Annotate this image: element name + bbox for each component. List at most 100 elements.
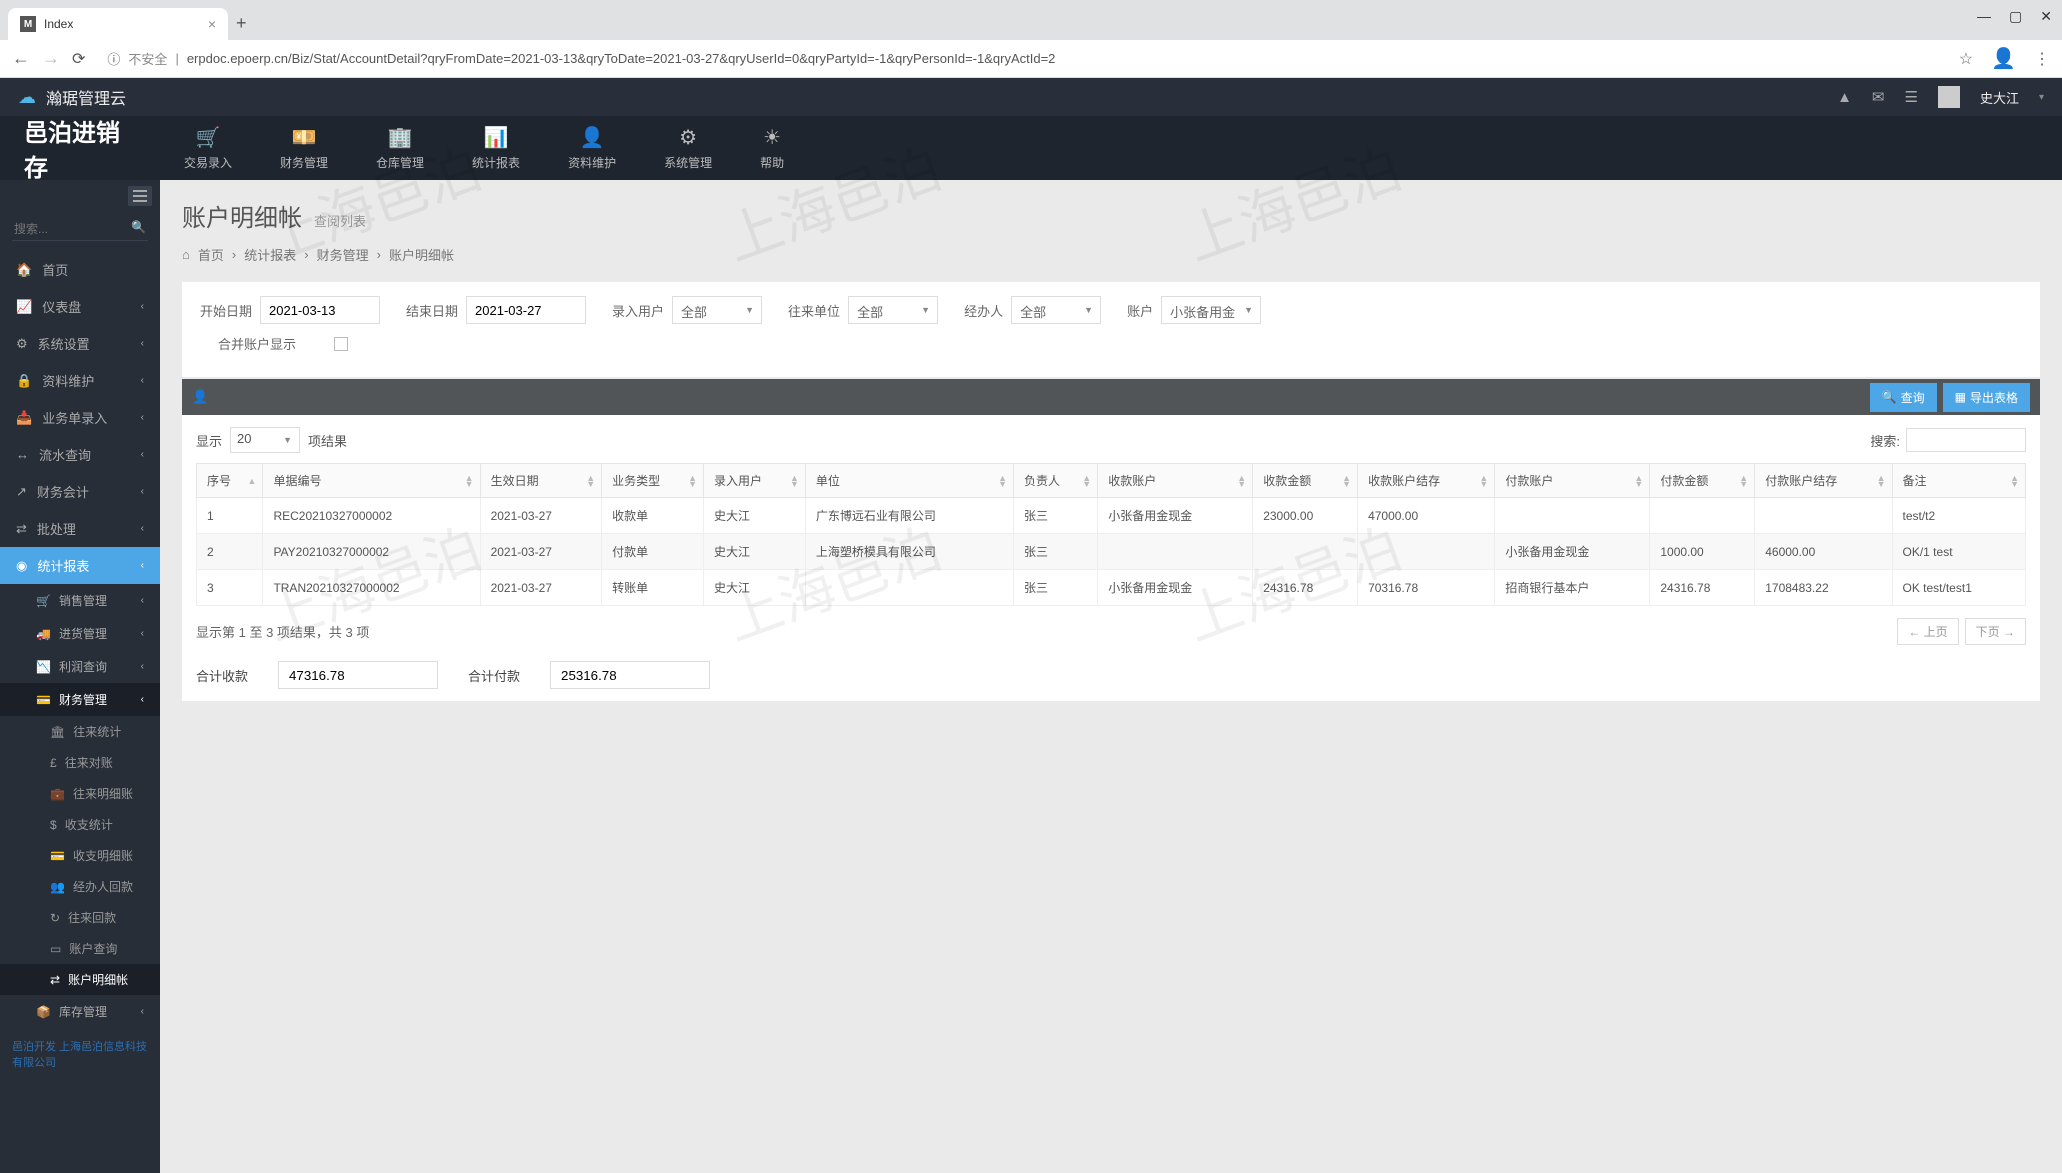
main-nav: 邑泊进销存 🛒交易录入💴财务管理🏢仓库管理📊统计报表👤资料维护⚙系统管理☀帮助 — [0, 116, 2062, 180]
column-header[interactable]: 付款账户结存▲▼ — [1755, 464, 1892, 498]
account-select[interactable]: 小张备用金 — [1161, 296, 1261, 324]
sidebar-sub2-7[interactable]: ▭账户查询 — [0, 933, 160, 964]
user-select[interactable]: 全部 — [672, 296, 762, 324]
column-header[interactable]: 单位▲▼ — [805, 464, 1013, 498]
sidebar-sub2-1[interactable]: £往来对账 — [0, 747, 160, 778]
new-tab-button[interactable]: + — [236, 13, 247, 34]
sidebar-item-3[interactable]: 🔒资料维护‹ — [0, 362, 160, 399]
page-size-select[interactable]: 20 — [230, 427, 300, 453]
next-page-button[interactable]: 下页 → — [1965, 618, 2026, 645]
reload-icon[interactable]: ⟳ — [72, 49, 85, 69]
sidebar-item-8[interactable]: ◉统计报表‹ — [0, 547, 160, 584]
side-icon: ↻ — [50, 911, 60, 925]
nav-item-1[interactable]: 💴财务管理 — [256, 125, 352, 171]
sidebar-sub2-3[interactable]: $收支统计 — [0, 809, 160, 840]
column-header[interactable]: 序号▲ — [197, 464, 263, 498]
nav-back-icon[interactable]: ← — [12, 48, 30, 69]
column-header[interactable]: 付款金额▲▼ — [1650, 464, 1755, 498]
column-header[interactable]: 付款账户▲▼ — [1495, 464, 1650, 498]
sidebar-item-4[interactable]: 📥业务单录入‹ — [0, 399, 160, 436]
nav-forward-icon[interactable]: → — [42, 48, 60, 69]
url-input[interactable]: ⓘ 不安全 | erpdoc.epoerp.cn/Biz/Stat/Accoun… — [97, 45, 1946, 73]
crumb-stats[interactable]: 统计报表 — [244, 245, 296, 264]
sidebar-search-input[interactable] — [12, 218, 148, 241]
export-button[interactable]: ▦导出表格 — [1943, 383, 2030, 412]
sidebar-sub-inventory[interactable]: 📦 库存管理 ‹ — [0, 995, 160, 1028]
nav-item-0[interactable]: 🛒交易录入 — [160, 125, 256, 171]
column-header[interactable]: 单据编号▲▼ — [263, 464, 480, 498]
table-cell: 2021-03-27 — [480, 534, 602, 570]
sidebar-sub2-6[interactable]: ↻往来回款 — [0, 902, 160, 933]
column-header[interactable]: 收款账户结存▲▼ — [1358, 464, 1495, 498]
sidebar-item-1[interactable]: 📈仪表盘‹ — [0, 288, 160, 325]
crumb-finance[interactable]: 财务管理 — [317, 245, 369, 264]
table-cell: OK test/test1 — [1892, 570, 2026, 606]
close-window-icon[interactable]: ✕ — [2040, 8, 2052, 25]
browser-tab[interactable]: M Index × — [8, 8, 228, 40]
filter-panel: 开始日期 结束日期 录入用户 全部▼ 往来单位 全部▼ 经办人 全部▼ — [182, 282, 2040, 377]
user-dropdown-icon[interactable]: ▾ — [2039, 92, 2044, 103]
column-header[interactable]: 负责人▲▼ — [1014, 464, 1098, 498]
side-icon: ↗ — [16, 484, 27, 500]
user-name[interactable]: 史大江 — [1980, 88, 2019, 107]
nav-item-6[interactable]: ☀帮助 — [736, 125, 808, 171]
alert-icon[interactable]: ▲ — [1837, 89, 1852, 106]
sidebar-sub2-4[interactable]: 💳收支明细账 — [0, 840, 160, 871]
sort-icon: ▲▼ — [2010, 475, 2019, 487]
user-avatar[interactable] — [1938, 86, 1960, 108]
table-cell: 1000.00 — [1650, 534, 1755, 570]
query-button[interactable]: 🔍查询 — [1870, 383, 1937, 412]
merge-checkbox[interactable] — [334, 337, 348, 351]
column-header[interactable]: 生效日期▲▼ — [480, 464, 602, 498]
table-cell: 23000.00 — [1253, 498, 1358, 534]
sidebar-sub-3[interactable]: 💳财务管理‹ — [0, 683, 160, 716]
sidebar-item-6[interactable]: ↗财务会计‹ — [0, 473, 160, 510]
mail-icon[interactable]: ✉ — [1872, 88, 1885, 106]
list-icon[interactable]: ☰ — [1905, 88, 1918, 106]
party-select[interactable]: 全部 — [848, 296, 938, 324]
table-cell — [1650, 498, 1755, 534]
sidebar-sub2-0[interactable]: 🏛往来统计 — [0, 716, 160, 747]
handler-select[interactable]: 全部 — [1011, 296, 1101, 324]
nav-item-2[interactable]: 🏢仓库管理 — [352, 125, 448, 171]
column-header[interactable]: 收款金额▲▼ — [1253, 464, 1358, 498]
sidebar-toggle[interactable] — [128, 186, 152, 206]
minimize-icon[interactable]: — — [1977, 8, 1991, 25]
column-header[interactable]: 备注▲▼ — [1892, 464, 2026, 498]
table-row[interactable]: 2PAY202103270000022021-03-27付款单史大江上海塑桥模具… — [197, 534, 2026, 570]
nav-item-3[interactable]: 📊统计报表 — [448, 125, 544, 171]
prev-page-button[interactable]: ← 上页 — [1897, 618, 1958, 645]
sidebar-sub2-2[interactable]: 💼往来明细账 — [0, 778, 160, 809]
nav-item-4[interactable]: 👤资料维护 — [544, 125, 640, 171]
table-cell: OK/1 test — [1892, 534, 2026, 570]
sidebar-item-5[interactable]: ↔流水查询‹ — [0, 436, 160, 473]
sidebar-sub2-5[interactable]: 👥经办人回款 — [0, 871, 160, 902]
side-icon: 🚚 — [36, 627, 51, 641]
info-icon: ⓘ — [107, 49, 120, 68]
star-icon[interactable]: ☆ — [1959, 49, 1973, 69]
sidebar-item-7[interactable]: ⇄批处理‹ — [0, 510, 160, 547]
table-row[interactable]: 1REC202103270000022021-03-27收款单史大江广东博远石业… — [197, 498, 2026, 534]
tab-close-icon[interactable]: × — [208, 16, 216, 32]
table-search-input[interactable] — [1906, 428, 2026, 452]
sidebar-item-0[interactable]: 🏠首页 — [0, 251, 160, 288]
table-row[interactable]: 3TRAN202103270000022021-03-27转账单史大江张三小张备… — [197, 570, 2026, 606]
end-date-input[interactable] — [466, 296, 586, 324]
column-header[interactable]: 业务类型▲▼ — [602, 464, 704, 498]
crumb-home[interactable]: 首页 — [198, 245, 224, 264]
sidebar-item-2[interactable]: ⚙系统设置‹ — [0, 325, 160, 362]
search-icon[interactable]: 🔍 — [131, 220, 146, 234]
sidebar-sub-1[interactable]: 🚚进货管理‹ — [0, 617, 160, 650]
menu-icon[interactable]: ⋮ — [2034, 49, 2050, 69]
cloud-icon: ☁ — [18, 87, 36, 108]
column-header[interactable]: 录入用户▲▼ — [704, 464, 806, 498]
profile-icon[interactable]: 👤 — [1991, 46, 2016, 71]
start-date-input[interactable] — [260, 296, 380, 324]
column-header[interactable]: 收款账户▲▼ — [1098, 464, 1253, 498]
nav-item-5[interactable]: ⚙系统管理 — [640, 125, 736, 171]
sidebar-sub-2[interactable]: 📉利润查询‹ — [0, 650, 160, 683]
maximize-icon[interactable]: ▢ — [2009, 8, 2022, 25]
sort-icon: ▲▼ — [465, 475, 474, 487]
sidebar-sub2-8[interactable]: ⇄账户明细帐 — [0, 964, 160, 995]
sidebar-sub-0[interactable]: 🛒销售管理‹ — [0, 584, 160, 617]
